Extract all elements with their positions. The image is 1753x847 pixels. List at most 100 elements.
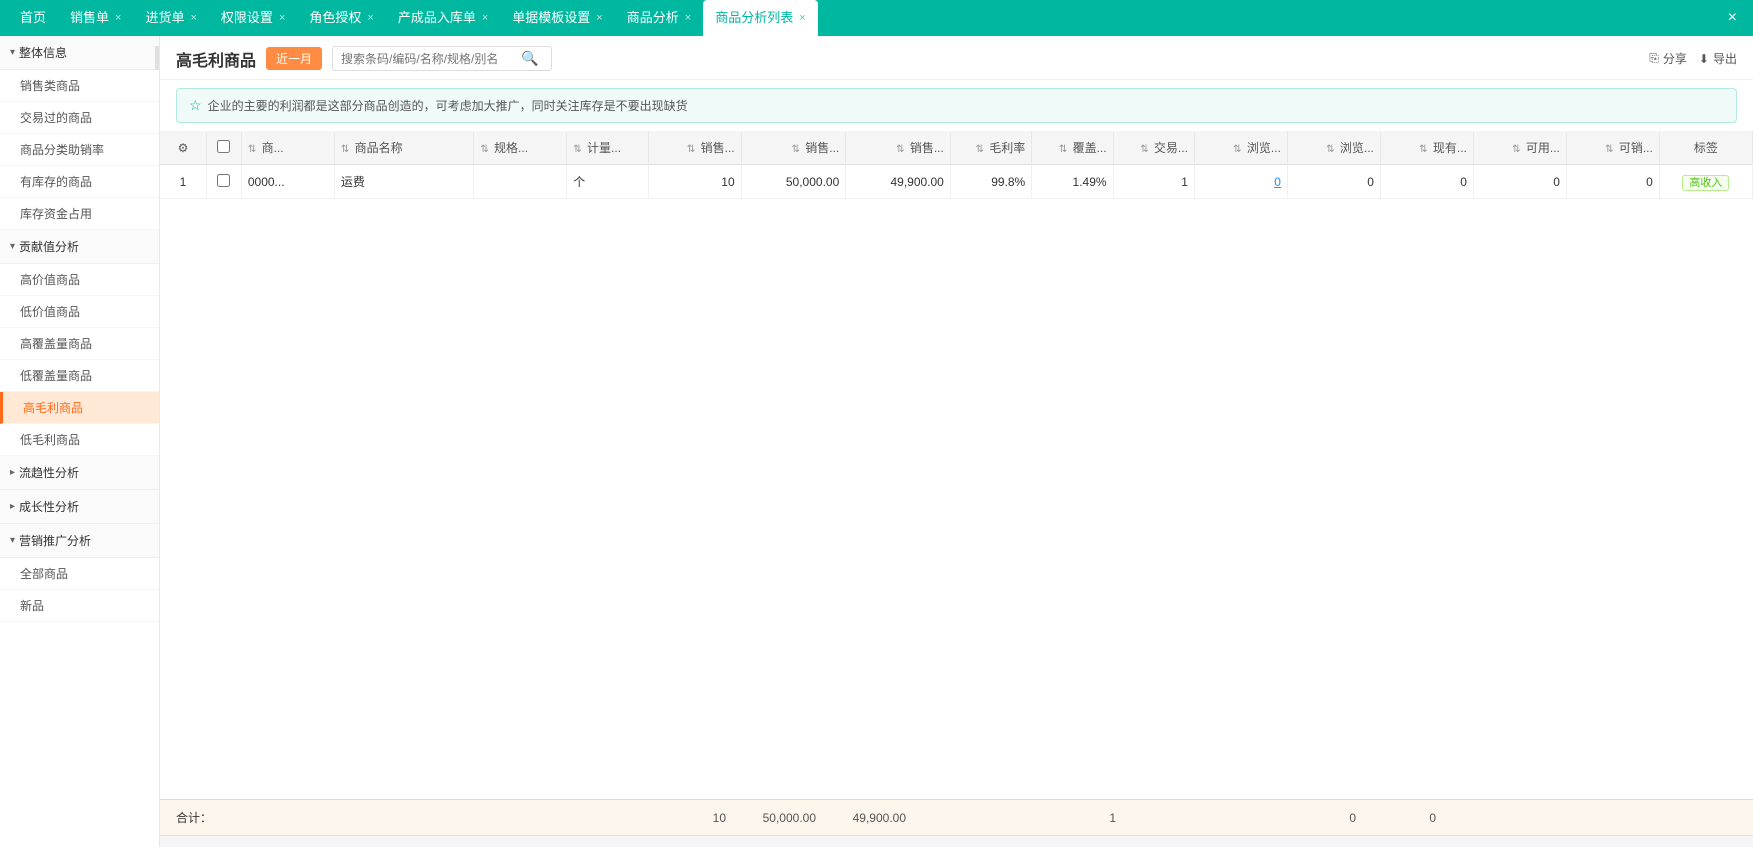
products-table: ⚙ ⇅ 商... ⇅ 商品名称 bbox=[160, 131, 1753, 199]
search-box: 🔍 bbox=[332, 46, 552, 71]
close-permission[interactable]: × bbox=[279, 0, 285, 36]
search-icon[interactable]: 🔍 bbox=[521, 50, 538, 67]
sidebar-item-high-value[interactable]: 高价值商品 bbox=[0, 264, 159, 296]
nav-sales-order[interactable]: 销售单 × bbox=[58, 0, 133, 36]
col-header-check bbox=[206, 131, 241, 165]
footer-spacer10 bbox=[1202, 811, 1282, 825]
close-role-auth[interactable]: × bbox=[367, 0, 373, 36]
col-header-sales-qty[interactable]: ⇅ 销售... bbox=[648, 131, 741, 165]
col-header-sales-amt[interactable]: ⇅ 销售... bbox=[741, 131, 846, 165]
close-template-settings[interactable]: × bbox=[596, 0, 602, 36]
sort-icon-spec: ⇅ bbox=[480, 144, 488, 155]
close-product-analysis-list[interactable]: × bbox=[799, 0, 805, 36]
sidebar-group-contribution-title[interactable]: ▾ 贡献值分析 bbox=[0, 230, 159, 264]
col-header-browse2[interactable]: ⇅ 浏览... bbox=[1287, 131, 1380, 165]
arrow-down-icon-2: ▾ bbox=[10, 241, 15, 252]
footer-label: 合计： bbox=[176, 809, 212, 826]
nav-purchase-order[interactable]: 进货单 × bbox=[133, 0, 208, 36]
arrow-right-icon: ▸ bbox=[10, 467, 15, 478]
cell-index: 1 bbox=[160, 165, 206, 199]
col-header-trade-count[interactable]: ⇅ 交易... bbox=[1113, 131, 1194, 165]
nav-permission-settings[interactable]: 权限设置 × bbox=[209, 0, 297, 36]
sidebar-item-low-gross[interactable]: 低毛利商品 bbox=[0, 424, 159, 456]
browse1-link[interactable]: 0 bbox=[1274, 175, 1281, 189]
row-checkbox[interactable] bbox=[217, 174, 230, 187]
sidebar-item-low-value[interactable]: 低价值商品 bbox=[0, 296, 159, 328]
search-input[interactable] bbox=[341, 52, 521, 66]
col-header-browse1[interactable]: ⇅ 浏览... bbox=[1194, 131, 1287, 165]
sort-icon-code: ⇅ bbox=[248, 144, 256, 155]
tip-banner: ☆ 企业的主要的利润都是这部分商品创造的，可考虑加大推广，同时关注库存是不要出现… bbox=[176, 88, 1737, 123]
sidebar-item-stock-goods[interactable]: 有库存的商品 bbox=[0, 166, 159, 198]
window-close-button[interactable]: × bbox=[1720, 9, 1745, 27]
filter-period-button[interactable]: 近一月 bbox=[266, 47, 322, 70]
share-button[interactable]: ⎘ 分享 bbox=[1649, 50, 1687, 67]
sidebar-collapse-button[interactable]: « bbox=[155, 46, 160, 70]
tip-text: 企业的主要的利润都是这部分商品创造的，可考虑加大推广，同时关注库存是不要出现缺货 bbox=[208, 97, 688, 114]
sidebar-item-high-gross[interactable]: 高毛利商品 bbox=[0, 392, 159, 424]
col-header-gross-rate[interactable]: ⇅ 毛利率 bbox=[950, 131, 1031, 165]
sidebar-group-overall: ▾ 整体信息 销售类商品 交易过的商品 商品分类助销率 有库存的商品 库存资金占… bbox=[0, 36, 159, 230]
sidebar-item-sales-goods[interactable]: 销售类商品 bbox=[0, 70, 159, 102]
sidebar-group-growth-title[interactable]: ▸ 成长性分析 bbox=[0, 490, 159, 524]
col-header-code[interactable]: ⇅ 商... bbox=[241, 131, 334, 165]
sidebar-group-marketing: ▾ 营销推广分析 全部商品 新品 bbox=[0, 524, 159, 622]
cell-browse2: 0 bbox=[1287, 165, 1380, 199]
col-header-tag: 标签 bbox=[1659, 131, 1752, 165]
cell-gross-rate: 99.8% bbox=[950, 165, 1031, 199]
cell-stock-sell: 0 bbox=[1566, 165, 1659, 199]
sidebar-group-trend-title[interactable]: ▸ 流趋性分析 bbox=[0, 456, 159, 490]
tip-icon: ☆ bbox=[189, 97, 202, 114]
table-row: 1 0000... 运费 个 10 50,000.00 49,900.00 99… bbox=[160, 165, 1753, 199]
table-footer: 合计： 10 50,000.00 49,900.00 1 0 0 bbox=[160, 799, 1753, 835]
col-header-spec[interactable]: ⇅ 规格... bbox=[474, 131, 567, 165]
sidebar-group-overall-title[interactable]: ▾ 整体信息 bbox=[0, 36, 159, 70]
nav-role-auth[interactable]: 角色授权 × bbox=[297, 0, 385, 36]
nav-production-inbound[interactable]: 产成品入库单 × bbox=[386, 0, 500, 36]
close-purchase-order[interactable]: × bbox=[190, 0, 196, 36]
close-production-inbound[interactable]: × bbox=[482, 0, 488, 36]
footer-spacer6 bbox=[582, 811, 652, 825]
sidebar-group-trend: ▸ 流趋性分析 bbox=[0, 456, 159, 490]
col-header-name[interactable]: ⇅ 商品名称 bbox=[334, 131, 473, 165]
sidebar-item-high-coverage[interactable]: 高覆盖量商品 bbox=[0, 328, 159, 360]
select-all-checkbox[interactable] bbox=[217, 140, 230, 153]
content-header: 高毛利商品 近一月 🔍 ⎘ 分享 ⬇ 导出 bbox=[160, 36, 1753, 80]
footer-sales-amt: 50,000.00 bbox=[732, 811, 822, 825]
export-button[interactable]: ⬇ 导出 bbox=[1699, 50, 1737, 67]
cell-name: 运费 bbox=[334, 165, 473, 199]
cell-trade-count: 1 bbox=[1113, 165, 1194, 199]
col-header-unit[interactable]: ⇅ 计量... bbox=[567, 131, 648, 165]
sort-icon-browse2: ⇅ bbox=[1326, 144, 1334, 155]
nav-home[interactable]: 首页 bbox=[8, 0, 58, 36]
sidebar-item-traded-goods[interactable]: 交易过的商品 bbox=[0, 102, 159, 134]
nav-product-analysis[interactable]: 商品分析 × bbox=[615, 0, 703, 36]
cell-stock-avail: 0 bbox=[1473, 165, 1566, 199]
header-actions: ⎘ 分享 ⬇ 导出 bbox=[1649, 50, 1737, 67]
col-header-stock-avail[interactable]: ⇅ 可用... bbox=[1473, 131, 1566, 165]
close-sales-order[interactable]: × bbox=[115, 0, 121, 36]
sidebar-group-contribution: ▾ 贡献值分析 高价值商品 低价值商品 高覆盖量商品 低覆盖量商品 高毛利商品 … bbox=[0, 230, 159, 456]
nav-product-analysis-list[interactable]: 商品分析列表 × bbox=[703, 0, 817, 36]
footer-sales-qty: 10 bbox=[652, 811, 732, 825]
col-header-stock-sell[interactable]: ⇅ 可销... bbox=[1566, 131, 1659, 165]
sidebar-item-new-goods[interactable]: 新品 bbox=[0, 590, 159, 622]
sidebar-item-all-goods[interactable]: 全部商品 bbox=[0, 558, 159, 590]
sidebar-item-stock-funds[interactable]: 库存资金占用 bbox=[0, 198, 159, 230]
col-header-stock-now[interactable]: ⇅ 现有... bbox=[1380, 131, 1473, 165]
sidebar-group-marketing-title[interactable]: ▾ 营销推广分析 bbox=[0, 524, 159, 558]
sort-icon-cover: ⇅ bbox=[1059, 144, 1067, 155]
settings-icon[interactable]: ⚙ bbox=[178, 141, 189, 155]
footer-sales-cost: 49,900.00 bbox=[822, 811, 912, 825]
sidebar-item-category-rate[interactable]: 商品分类助销率 bbox=[0, 134, 159, 166]
bottom-scrollbar[interactable] bbox=[160, 835, 1753, 847]
footer-values: 10 50,000.00 49,900.00 1 0 0 bbox=[232, 811, 1737, 825]
nav-template-settings[interactable]: 单据模板设置 × bbox=[500, 0, 614, 36]
share-icon: ⎘ bbox=[1649, 51, 1659, 66]
sort-icon-sales-qty: ⇅ bbox=[687, 144, 695, 155]
close-product-analysis[interactable]: × bbox=[685, 0, 691, 36]
col-header-sales-cost[interactable]: ⇅ 销售... bbox=[846, 131, 951, 165]
col-header-cover-rate[interactable]: ⇅ 覆盖... bbox=[1032, 131, 1113, 165]
sidebar-item-low-coverage[interactable]: 低覆盖量商品 bbox=[0, 360, 159, 392]
sort-icon-name: ⇅ bbox=[341, 144, 349, 155]
